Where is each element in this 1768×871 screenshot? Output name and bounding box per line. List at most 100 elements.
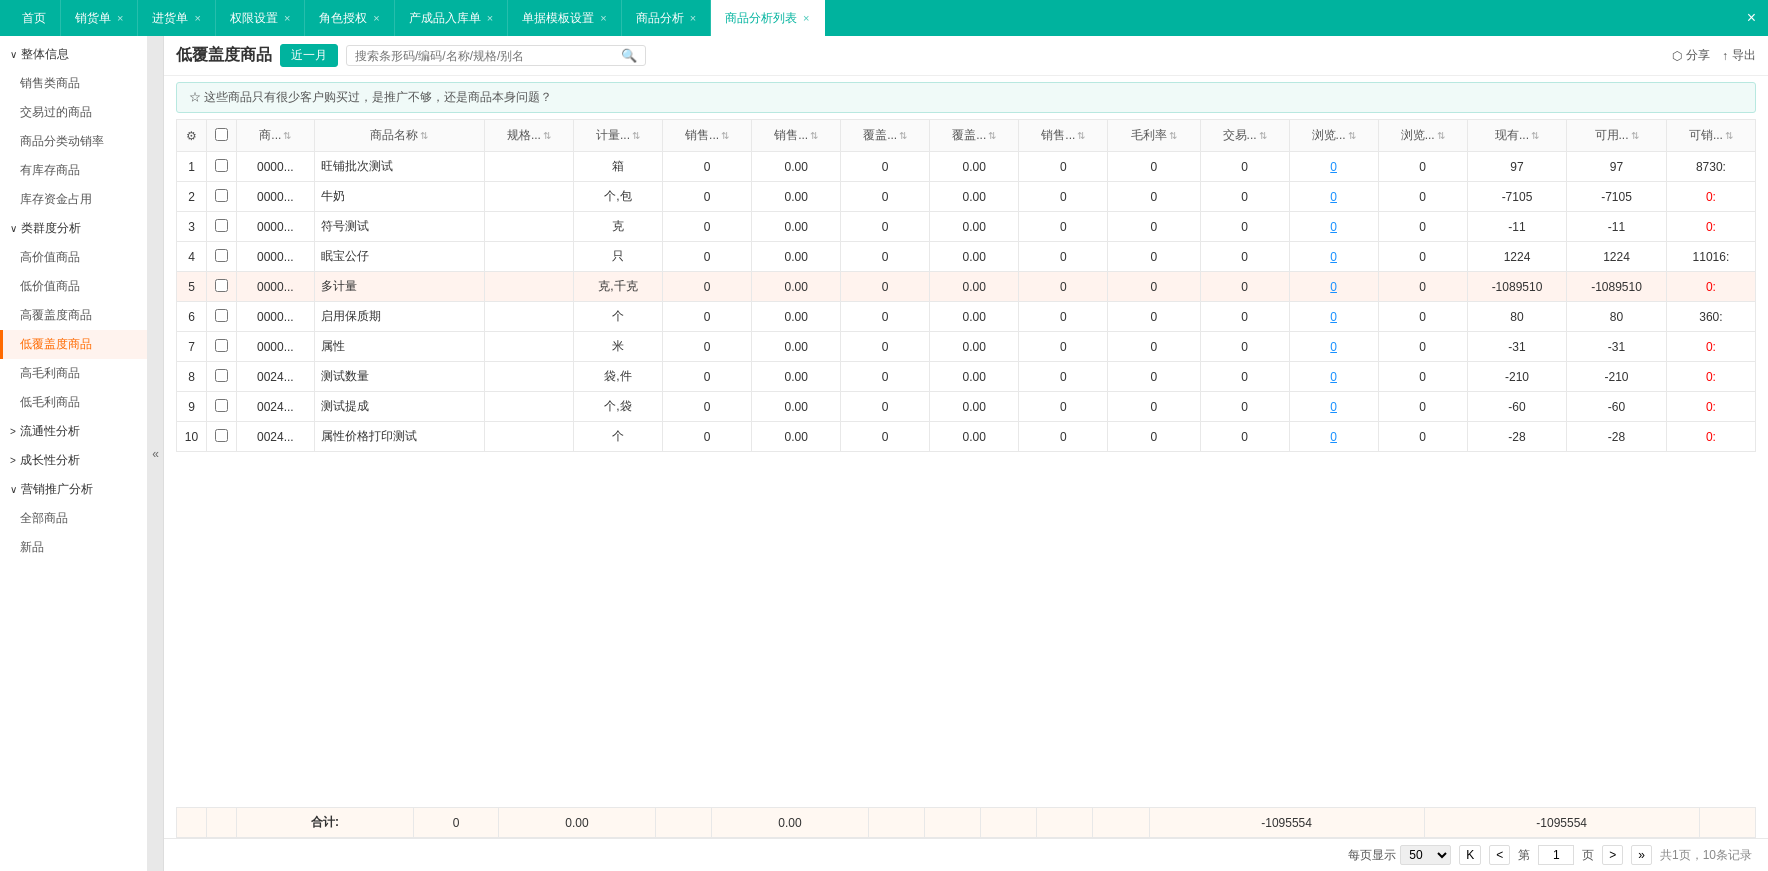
- row-browse1[interactable]: 0: [1289, 152, 1378, 182]
- row-browse1[interactable]: 0: [1289, 332, 1378, 362]
- sidebar-item-high-value[interactable]: 高价值商品: [0, 243, 147, 272]
- th-gross-margin[interactable]: 毛利率⇅: [1108, 120, 1200, 152]
- th-sales3[interactable]: 销售...⇅: [1019, 120, 1108, 152]
- row-select-checkbox[interactable]: [215, 399, 228, 412]
- sidebar-item-low-margin[interactable]: 低毛利商品: [0, 388, 147, 417]
- row-browse1[interactable]: 0: [1289, 392, 1378, 422]
- row-browse1[interactable]: 0: [1289, 422, 1378, 452]
- nav-product-analysis[interactable]: 商品分析 ×: [622, 0, 711, 36]
- row-unit: 克,千克: [573, 272, 662, 302]
- close-icon[interactable]: ×: [373, 12, 379, 24]
- row-browse1[interactable]: 0: [1289, 272, 1378, 302]
- sidebar-item-high-coverage[interactable]: 高覆盖度商品: [0, 301, 147, 330]
- th-code[interactable]: 商...⇅: [237, 120, 315, 152]
- sidebar-item-sales-goods[interactable]: 销售类商品: [0, 69, 147, 98]
- row-checkbox[interactable]: [207, 302, 237, 332]
- sidebar-section-overall[interactable]: ∨ 整体信息: [0, 40, 147, 69]
- row-browse1[interactable]: 0: [1289, 362, 1378, 392]
- nav-sales-order[interactable]: 销货单 ×: [61, 0, 138, 36]
- sidebar-collapse-button[interactable]: «: [148, 36, 164, 871]
- sidebar-item-low-value[interactable]: 低价值商品: [0, 272, 147, 301]
- row-select-checkbox[interactable]: [215, 189, 228, 202]
- export-button[interactable]: ↑ 导出: [1722, 47, 1756, 64]
- sidebar-section-group-analysis[interactable]: ∨ 类群度分析: [0, 214, 147, 243]
- th-trade[interactable]: 交易...⇅: [1200, 120, 1289, 152]
- row-checkbox[interactable]: [207, 212, 237, 242]
- row-code: 0000...: [237, 152, 315, 182]
- row-select-checkbox[interactable]: [215, 159, 228, 172]
- last-page-button[interactable]: »: [1631, 845, 1652, 865]
- search-icon[interactable]: 🔍: [621, 48, 637, 63]
- nav-product-warehouse[interactable]: 产成品入库单 ×: [395, 0, 508, 36]
- close-all-button[interactable]: ×: [1747, 9, 1756, 27]
- th-current[interactable]: 现有...⇅: [1467, 120, 1567, 152]
- search-input[interactable]: [355, 49, 621, 63]
- nav-template-settings[interactable]: 单据模板设置 ×: [508, 0, 621, 36]
- select-all-checkbox[interactable]: [215, 128, 228, 141]
- row-select-checkbox[interactable]: [215, 249, 228, 262]
- row-browse1[interactable]: 0: [1289, 242, 1378, 272]
- close-icon[interactable]: ×: [600, 12, 606, 24]
- close-icon[interactable]: ×: [690, 12, 696, 24]
- close-icon[interactable]: ×: [487, 12, 493, 24]
- sidebar-item-category-turnover[interactable]: 商品分类动销率: [0, 127, 147, 156]
- row-browse1[interactable]: 0: [1289, 302, 1378, 332]
- th-name[interactable]: 商品名称⇅: [314, 120, 484, 152]
- close-icon[interactable]: ×: [117, 12, 123, 24]
- row-browse1[interactable]: 0: [1289, 212, 1378, 242]
- per-page-select[interactable]: 50 20 100 200: [1400, 845, 1451, 865]
- row-select-checkbox[interactable]: [215, 369, 228, 382]
- close-icon[interactable]: ×: [803, 12, 809, 24]
- next-page-button[interactable]: >: [1602, 845, 1623, 865]
- close-icon[interactable]: ×: [194, 12, 200, 24]
- th-saleable[interactable]: 可销...⇅: [1666, 120, 1755, 152]
- sidebar-item-low-coverage[interactable]: 低覆盖度商品: [0, 330, 147, 359]
- page-number-input[interactable]: [1538, 845, 1574, 865]
- th-settings[interactable]: ⚙: [177, 120, 207, 152]
- row-checkbox[interactable]: [207, 332, 237, 362]
- th-coverage1[interactable]: 覆盖...⇅: [841, 120, 930, 152]
- th-coverage2[interactable]: 覆盖...⇅: [930, 120, 1019, 152]
- sidebar-section-liquidity[interactable]: > 流通性分析: [0, 417, 147, 446]
- sidebar-section-marketing[interactable]: ∨ 营销推广分析: [0, 475, 147, 504]
- sidebar-item-inventory-capital[interactable]: 库存资金占用: [0, 185, 147, 214]
- th-sales-qty[interactable]: 销售...⇅: [663, 120, 752, 152]
- row-select-checkbox[interactable]: [215, 279, 228, 292]
- prev-page-button[interactable]: <: [1489, 845, 1510, 865]
- nav-home[interactable]: 首页: [8, 0, 61, 36]
- th-checkbox[interactable]: [207, 120, 237, 152]
- row-checkbox[interactable]: [207, 182, 237, 212]
- sidebar-item-new-products[interactable]: 新品: [0, 533, 147, 562]
- row-checkbox[interactable]: [207, 392, 237, 422]
- sidebar-item-high-margin[interactable]: 高毛利商品: [0, 359, 147, 388]
- row-checkbox[interactable]: [207, 272, 237, 302]
- nav-purchase-order[interactable]: 进货单 ×: [138, 0, 215, 36]
- row-checkbox[interactable]: [207, 422, 237, 452]
- row-select-checkbox[interactable]: [215, 219, 228, 232]
- th-browse2[interactable]: 浏览...⇅: [1378, 120, 1467, 152]
- th-sales-amt[interactable]: 销售...⇅: [752, 120, 841, 152]
- row-checkbox[interactable]: [207, 362, 237, 392]
- per-page-selector: 每页显示 50 20 100 200: [1348, 845, 1451, 865]
- th-spec[interactable]: 规格...⇅: [484, 120, 573, 152]
- sidebar-item-inventory-goods[interactable]: 有库存商品: [0, 156, 147, 185]
- row-browse1[interactable]: 0: [1289, 182, 1378, 212]
- close-icon[interactable]: ×: [284, 12, 290, 24]
- sidebar-item-all-products[interactable]: 全部商品: [0, 504, 147, 533]
- row-select-checkbox[interactable]: [215, 429, 228, 442]
- share-button[interactable]: ⬡ 分享: [1672, 47, 1710, 64]
- sidebar-section-growth[interactable]: > 成长性分析: [0, 446, 147, 475]
- th-browse1[interactable]: 浏览...⇅: [1289, 120, 1378, 152]
- nav-permission[interactable]: 权限设置 ×: [216, 0, 305, 36]
- nav-product-analysis-list[interactable]: 商品分析列表 ×: [711, 0, 824, 36]
- row-checkbox[interactable]: [207, 242, 237, 272]
- filter-recent-month-button[interactable]: 近一月: [280, 44, 338, 67]
- th-unit[interactable]: 计量...⇅: [573, 120, 662, 152]
- first-page-button[interactable]: K: [1459, 845, 1481, 865]
- row-checkbox[interactable]: [207, 152, 237, 182]
- row-select-checkbox[interactable]: [215, 339, 228, 352]
- row-select-checkbox[interactable]: [215, 309, 228, 322]
- sidebar-item-traded-goods[interactable]: 交易过的商品: [0, 98, 147, 127]
- nav-role-auth[interactable]: 角色授权 ×: [305, 0, 394, 36]
- th-available[interactable]: 可用...⇅: [1567, 120, 1667, 152]
